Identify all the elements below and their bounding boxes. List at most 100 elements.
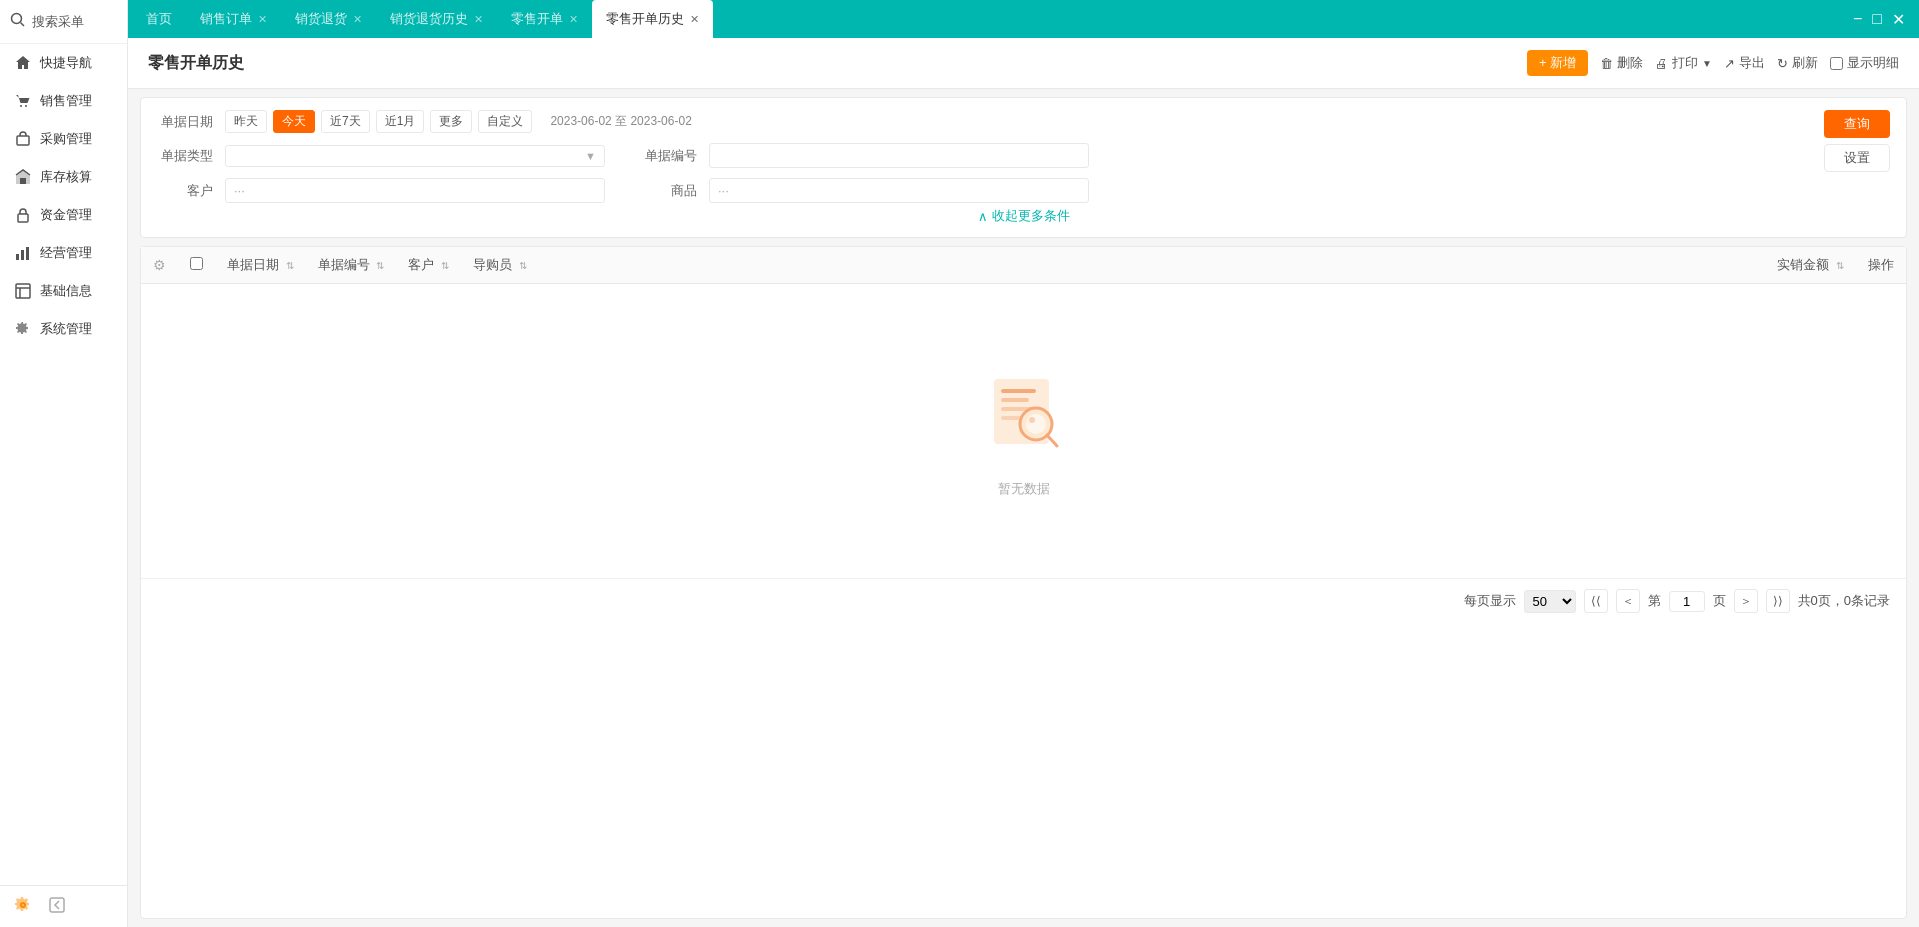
svg-rect-16 <box>1001 398 1029 402</box>
sidebar-item-quick-nav[interactable]: 快捷导航 <box>0 44 127 82</box>
date-btn-more[interactable]: 更多 <box>430 110 472 133</box>
page-unit: 页 <box>1713 592 1726 610</box>
date-btn-yesterday[interactable]: 昨天 <box>225 110 267 133</box>
sidebar-item-sales-mgmt[interactable]: 销售管理 <box>0 82 127 120</box>
sidebar-item-purchase-mgmt[interactable]: 采购管理 <box>0 120 127 158</box>
query-button[interactable]: 查询 <box>1824 110 1890 138</box>
col-action: 操作 <box>1856 247 1906 284</box>
window-controls: − □ ✕ <box>1853 10 1915 29</box>
print-dropdown-icon: ▼ <box>1702 58 1712 69</box>
last-page-button[interactable]: ⟩⟩ <box>1766 589 1790 613</box>
filter-section: 单据日期 昨天 今天 近7天 近1月 更多 自定义 2023-06-02 至 2… <box>140 97 1907 238</box>
sidebar-item-basic-info[interactable]: 基础信息 <box>0 272 127 310</box>
empty-state: 暂无数据 <box>141 284 1906 578</box>
goods-input[interactable]: ··· <box>709 178 1089 203</box>
tab-sales-return[interactable]: 销货退货 ✕ <box>281 0 376 38</box>
bill-no-input[interactable] <box>709 143 1089 168</box>
settings-bottom-icon[interactable] <box>14 896 32 917</box>
close-tab-sales-order[interactable]: ✕ <box>258 13 267 26</box>
tab-retail-open[interactable]: 零售开单 ✕ <box>497 0 592 38</box>
bag-icon <box>14 130 32 148</box>
date-btn-1month[interactable]: 近1月 <box>376 110 425 133</box>
close-tab-retail-open-history[interactable]: ✕ <box>690 13 699 26</box>
svg-point-2 <box>20 105 22 107</box>
bill-type-dropdown-icon: ▼ <box>585 150 596 162</box>
customer-input[interactable]: ··· <box>225 178 605 203</box>
sort-customer-icon[interactable]: ⇅ <box>441 260 449 271</box>
date-filter-buttons: 昨天 今天 近7天 近1月 更多 自定义 <box>225 110 532 133</box>
table-checkbox-header <box>178 247 215 284</box>
toolbar: + 新增 🗑 删除 🖨 打印 ▼ ↗ 导出 ↻ 刷新 <box>1527 50 1899 76</box>
filter-settings-button[interactable]: 设置 <box>1824 144 1890 172</box>
page-number-input[interactable] <box>1669 591 1705 612</box>
search-icon <box>10 12 26 31</box>
date-btn-today[interactable]: 今天 <box>273 110 315 133</box>
date-btn-custom[interactable]: 自定义 <box>478 110 532 133</box>
select-all-checkbox[interactable] <box>190 257 203 270</box>
svg-rect-6 <box>18 214 28 222</box>
col-date: 单据日期 ⇅ <box>215 247 306 284</box>
sort-date-icon[interactable]: ⇅ <box>286 260 294 271</box>
svg-rect-13 <box>50 898 64 912</box>
action-buttons: 查询 设置 <box>1824 110 1890 172</box>
date-btn-7days[interactable]: 近7天 <box>321 110 370 133</box>
tab-sales-order[interactable]: 销售订单 ✕ <box>186 0 281 38</box>
sidebar-item-operations[interactable]: 经营管理 <box>0 234 127 272</box>
cart-icon <box>14 92 32 110</box>
refresh-icon: ↻ <box>1777 56 1788 71</box>
sidebar: 搜索采单 快捷导航 销售管理 采购管理 库存核算 <box>0 0 128 927</box>
svg-rect-8 <box>21 250 24 260</box>
close-window-icon[interactable]: ✕ <box>1892 10 1905 29</box>
sidebar-label-basic-info: 基础信息 <box>40 282 92 300</box>
col-customer: 客户 ⇅ <box>396 247 461 284</box>
first-page-button[interactable]: ⟨⟨ <box>1584 589 1608 613</box>
svg-rect-15 <box>1001 389 1036 393</box>
page-header: 零售开单历史 + 新增 🗑 删除 🖨 打印 ▼ ↗ 导出 ↻ <box>128 38 1919 89</box>
export-button[interactable]: ↗ 导出 <box>1724 54 1765 72</box>
close-tab-sales-return[interactable]: ✕ <box>353 13 362 26</box>
collapse-sidebar-icon[interactable] <box>48 896 66 917</box>
delete-button[interactable]: 🗑 删除 <box>1600 54 1643 72</box>
sidebar-label-sys-mgmt: 系统管理 <box>40 320 92 338</box>
sidebar-search[interactable]: 搜索采单 <box>0 0 127 44</box>
svg-rect-7 <box>16 254 19 260</box>
filter-row-date: 单据日期 昨天 今天 近7天 近1月 更多 自定义 2023-06-02 至 2… <box>157 110 1808 133</box>
svg-rect-9 <box>26 247 29 260</box>
maximize-icon[interactable]: □ <box>1872 10 1882 28</box>
close-tab-retail-open[interactable]: ✕ <box>569 13 578 26</box>
sort-amount-icon[interactable]: ⇅ <box>1836 260 1844 271</box>
page-title: 零售开单历史 <box>148 53 244 74</box>
sidebar-search-label: 搜索采单 <box>32 13 84 31</box>
close-tab-sales-return-history[interactable]: ✕ <box>474 13 483 26</box>
minimize-icon[interactable]: − <box>1853 10 1862 28</box>
sidebar-label-quick-nav: 快捷导航 <box>40 54 92 72</box>
gear-icon <box>14 320 32 338</box>
sort-no-icon[interactable]: ⇅ <box>376 260 384 271</box>
svg-point-0 <box>12 14 22 24</box>
new-button[interactable]: + 新增 <box>1527 50 1588 76</box>
display-detail-button[interactable]: 显示明细 <box>1830 54 1899 72</box>
sidebar-item-sys-mgmt[interactable]: 系统管理 <box>0 310 127 348</box>
bill-type-select[interactable]: ▼ <box>225 145 605 167</box>
refresh-button[interactable]: ↻ 刷新 <box>1777 54 1818 72</box>
sort-guide-icon[interactable]: ⇅ <box>519 260 527 271</box>
tab-retail-open-history[interactable]: 零售开单历史 ✕ <box>592 0 713 38</box>
next-page-button[interactable]: ＞ <box>1734 589 1758 613</box>
svg-line-1 <box>21 23 25 27</box>
lock-icon <box>14 206 32 224</box>
data-table: ⚙ 单据日期 ⇅ 单据编号 ⇅ <box>141 247 1906 578</box>
page-size-select[interactable]: 50 20 100 <box>1524 590 1576 613</box>
tab-home[interactable]: 首页 <box>132 0 186 38</box>
collapse-filter-button[interactable]: ∧ 收起更多条件 <box>978 203 1070 225</box>
sidebar-item-inventory[interactable]: 库存核算 <box>0 158 127 196</box>
print-button[interactable]: 🖨 打印 ▼ <box>1655 54 1712 72</box>
table-settings-icon[interactable]: ⚙ <box>153 257 166 273</box>
sidebar-label-finance: 资金管理 <box>40 206 92 224</box>
content-area: 零售开单历史 + 新增 🗑 删除 🖨 打印 ▼ ↗ 导出 ↻ <box>128 38 1919 927</box>
tab-sales-return-history[interactable]: 销货退货历史 ✕ <box>376 0 497 38</box>
empty-row: 暂无数据 <box>141 284 1906 579</box>
display-detail-checkbox[interactable] <box>1830 57 1843 70</box>
sidebar-item-finance[interactable]: 资金管理 <box>0 196 127 234</box>
table-section: ⚙ 单据日期 ⇅ 单据编号 ⇅ <box>140 246 1907 919</box>
prev-page-button[interactable]: ＜ <box>1616 589 1640 613</box>
